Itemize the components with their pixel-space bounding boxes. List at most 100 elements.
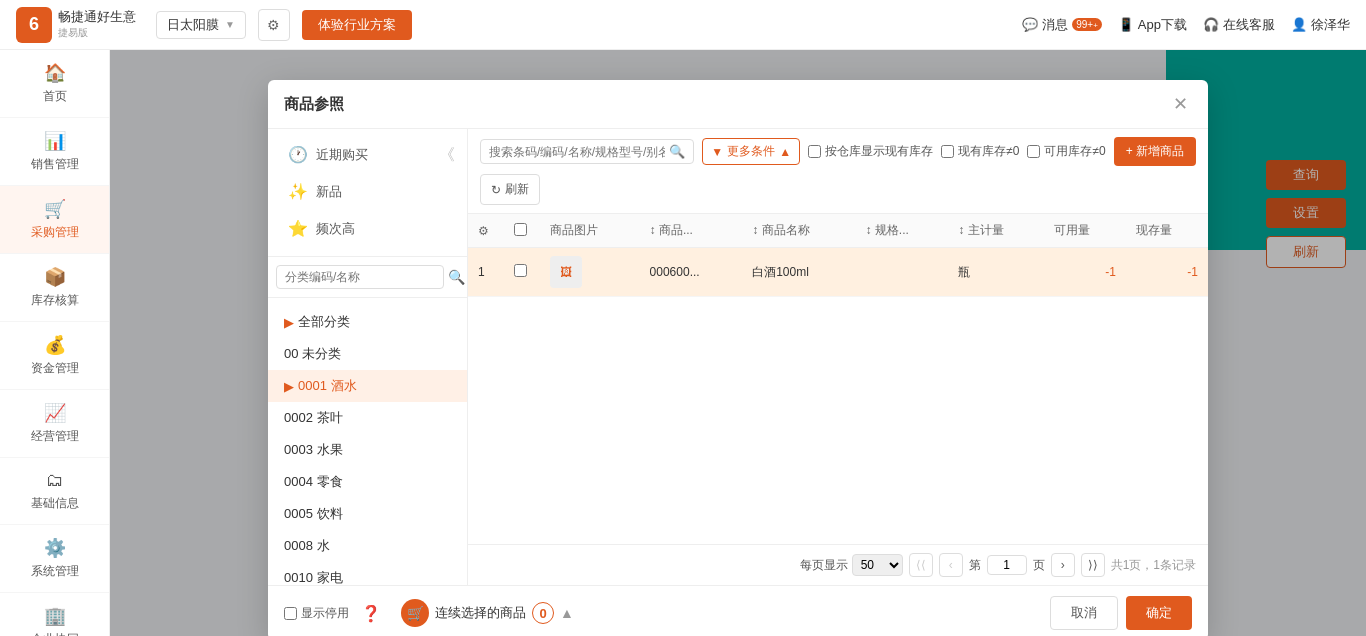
sidebar-item-basic[interactable]: 🗂 基础信息	[0, 458, 109, 525]
col-stock: 现存量	[1126, 214, 1208, 248]
recent-purchase-item[interactable]: 🕐 近期购买	[276, 137, 459, 172]
right-panel: 🔍 ▼ 更多条件 ▲ 按仓库显示现有库存	[468, 129, 1208, 585]
category-item-0010[interactable]: 0010 家电	[268, 562, 467, 585]
new-icon: ✨	[288, 182, 308, 201]
online-service-button[interactable]: 🎧 在线客服	[1203, 16, 1275, 34]
filter-icon: ▼	[711, 145, 723, 159]
category-search-icon[interactable]: 🔍	[448, 269, 465, 285]
product-table: ⚙ 商品图片 ↕ 商品... ↕ 商品名称 ↕ 规格...	[468, 214, 1208, 297]
warehouse-checkbox-wrap[interactable]: 按仓库显示现有库存	[808, 143, 933, 160]
cat-00-label: 00 未分类	[284, 345, 341, 363]
category-item-0004[interactable]: 0004 零食	[268, 466, 467, 498]
table-head: ⚙ 商品图片 ↕ 商品... ↕ 商品名称 ↕ 规格...	[468, 214, 1208, 248]
sidebar-item-system[interactable]: ⚙️ 系统管理	[0, 525, 109, 593]
sidebar-item-inventory[interactable]: 📦 库存核算	[0, 254, 109, 322]
per-page-select[interactable]: 20 50 100	[852, 554, 903, 576]
category-search-area: 🔍	[268, 257, 467, 298]
col-code[interactable]: ↕ 商品...	[640, 214, 743, 248]
footer-actions: 取消 确定	[1050, 596, 1192, 630]
show-disabled-checkbox-wrap[interactable]: 显示停用	[284, 605, 349, 622]
cart-collapse-button[interactable]: ▲	[560, 605, 574, 621]
branch-selector[interactable]: 日太阳膜 ▼	[156, 11, 246, 39]
category-item-0008[interactable]: 0008 水	[268, 530, 467, 562]
product-search-icon[interactable]: 🔍	[669, 144, 685, 159]
select-all-checkbox[interactable]	[514, 223, 527, 236]
modal-close-button[interactable]: ✕	[1168, 92, 1192, 116]
cat-0004-label: 0004 零食	[284, 473, 343, 491]
cart-count: 0	[532, 602, 554, 624]
app-download-button[interactable]: 📱 App下载	[1118, 16, 1187, 34]
nav-right: 💬 消息 99++ 📱 App下载 🎧 在线客服 👤 徐泽华	[1022, 16, 1350, 34]
category-item-all[interactable]: ▶ 全部分类	[268, 306, 467, 338]
available-checkbox[interactable]	[1027, 145, 1040, 158]
page-number-input[interactable]	[987, 555, 1027, 575]
sidebar-item-purchase[interactable]: 🛒 采购管理	[0, 186, 109, 254]
warehouse-checkbox[interactable]	[808, 145, 821, 158]
first-page-button[interactable]: ⟨⟨	[909, 553, 933, 577]
table-row[interactable]: 1 🖼	[468, 248, 1208, 297]
content-area: 查询 设置 刷新 商品参照 ✕	[110, 50, 1366, 636]
cat-all-arrow-icon: ▶	[284, 315, 294, 330]
category-search-input[interactable]	[276, 265, 444, 289]
cat-0002-label: 0002 茶叶	[284, 409, 343, 427]
category-item-0003[interactable]: 0003 水果	[268, 434, 467, 466]
inventory-checkbox-wrap[interactable]: 现有库存≠0	[941, 143, 1019, 160]
add-product-button[interactable]: + 新增商品	[1114, 137, 1196, 166]
sidebar-inventory-label: 库存核算	[31, 292, 79, 309]
sidebar-item-home[interactable]: 🏠 首页	[0, 50, 109, 118]
table-header-row: ⚙ 商品图片 ↕ 商品... ↕ 商品名称 ↕ 规格...	[468, 214, 1208, 248]
sidebar-item-sales[interactable]: 📊 销售管理	[0, 118, 109, 186]
row-checkbox[interactable]	[514, 264, 527, 277]
last-page-button[interactable]: ⟩⟩	[1081, 553, 1105, 577]
message-button[interactable]: 💬 消息 99++	[1022, 16, 1102, 34]
top-nav: 6 畅捷通好生意 捷易版 日太阳膜 ▼ ⚙ 体验行业方案 💬 消息 99++ 📱…	[0, 0, 1366, 50]
category-item-0001[interactable]: ▶ 0001 酒水	[268, 370, 467, 402]
prev-page-button[interactable]: ‹	[939, 553, 963, 577]
category-item-0002[interactable]: 0002 茶叶	[268, 402, 467, 434]
sidebar-item-operation[interactable]: 📈 经营管理	[0, 390, 109, 458]
frequent-item[interactable]: ⭐ 频次高	[276, 211, 459, 246]
inventory-checkbox[interactable]	[941, 145, 954, 158]
system-icon: ⚙️	[44, 537, 66, 559]
show-disabled-checkbox[interactable]	[284, 607, 297, 620]
sidebar-operation-label: 经营管理	[31, 428, 79, 445]
sidebar-item-enterprise[interactable]: 🏢 企业协同	[0, 593, 109, 636]
new-product-item[interactable]: ✨ 新品	[276, 174, 459, 209]
col-unit[interactable]: ↕ 主计量	[948, 214, 1044, 248]
service-label: 在线客服	[1223, 16, 1275, 34]
message-label: 消息	[1042, 16, 1068, 34]
settings-button[interactable]: ⚙	[258, 9, 290, 41]
thumb-icon: 🖼	[560, 265, 572, 279]
logo-sub: 捷易版	[58, 26, 136, 40]
user-profile-button[interactable]: 👤 徐泽华	[1291, 16, 1350, 34]
row-unit: 瓶	[948, 248, 1044, 297]
branch-arrow-icon: ▼	[225, 19, 235, 30]
page-label: 第	[969, 557, 981, 574]
modal-body: 🕐 近期购买 ✨ 新品 ⭐ 频次高	[268, 129, 1208, 585]
col-spec[interactable]: ↕ 规格...	[855, 214, 948, 248]
category-item-0005[interactable]: 0005 饮料	[268, 498, 467, 530]
available-label: 可用库存≠0	[1044, 143, 1105, 160]
refresh-button[interactable]: ↻ 刷新	[480, 174, 540, 205]
cancel-button[interactable]: 取消	[1050, 596, 1118, 630]
category-item-00[interactable]: 00 未分类	[268, 338, 467, 370]
col-settings-icon[interactable]: ⚙	[478, 224, 489, 238]
filter-up-icon: ▲	[779, 145, 791, 159]
modal-footer: 显示停用 ❓ 🛒 连续选择的商品 0 ▲ 取消 确定	[268, 585, 1208, 636]
product-search-input[interactable]	[489, 145, 665, 159]
col-name[interactable]: ↕ 商品名称	[742, 214, 855, 248]
left-panel: 🕐 近期购买 ✨ 新品 ⭐ 频次高	[268, 129, 468, 585]
cat-0001-arrow-icon: ▶	[284, 379, 294, 394]
username-label: 徐泽华	[1311, 16, 1350, 34]
experience-button[interactable]: 体验行业方案	[302, 10, 412, 40]
sidebar-item-finance[interactable]: 💰 资金管理	[0, 322, 109, 390]
filter-button[interactable]: ▼ 更多条件 ▲	[702, 138, 800, 165]
available-checkbox-wrap[interactable]: 可用库存≠0	[1027, 143, 1105, 160]
row-stock: -1	[1126, 248, 1208, 297]
frequent-label: 频次高	[316, 220, 355, 238]
confirm-button[interactable]: 确定	[1126, 596, 1192, 630]
cart-icon[interactable]: 🛒	[401, 599, 429, 627]
collapse-left-button[interactable]: 《	[439, 145, 455, 166]
next-page-button[interactable]: ›	[1051, 553, 1075, 577]
help-icon[interactable]: ❓	[361, 604, 381, 623]
